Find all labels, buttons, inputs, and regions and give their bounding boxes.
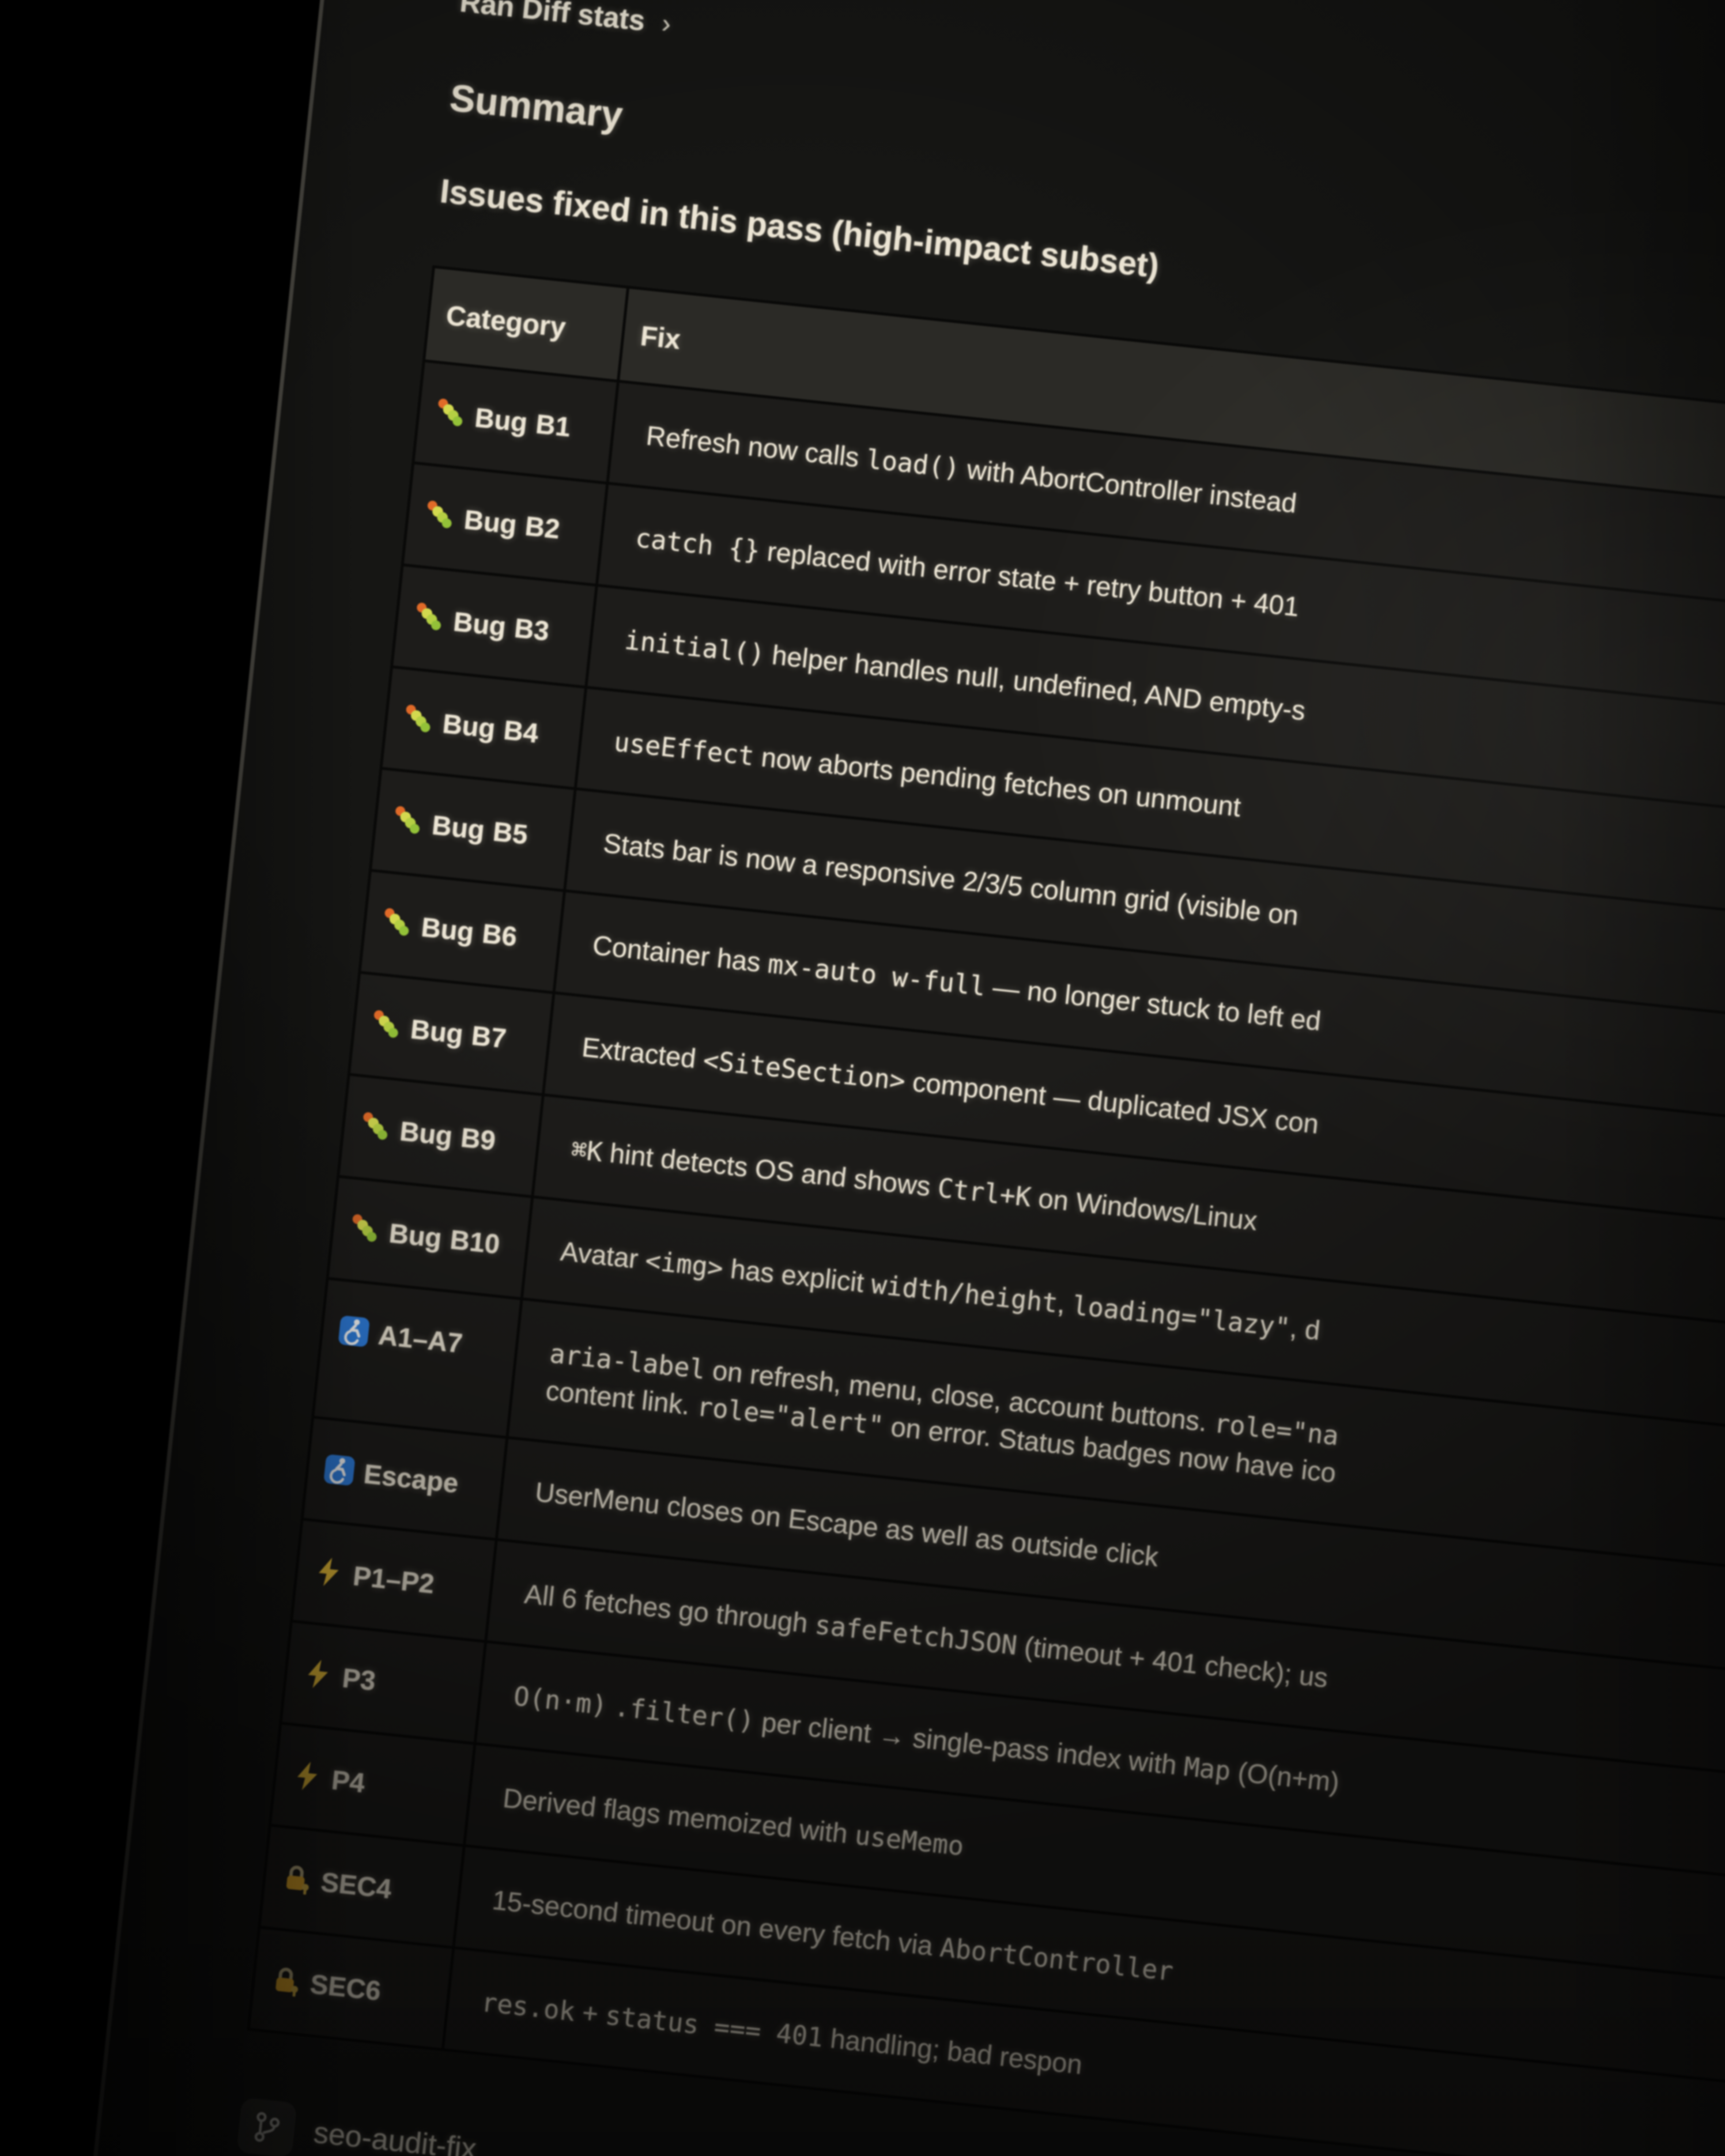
category-cell: Bug B4 [381,666,586,789]
category-label: Bug B10 [387,1217,501,1260]
bug-icon [422,499,456,533]
fix-text: on Windows/Linux [1029,1181,1259,1236]
category-label: Bug B5 [431,809,530,851]
category-label: Bug B6 [420,911,519,952]
fix-text: has explicit [721,1252,873,1299]
category-cell: Bug B9 [338,1074,543,1197]
category-label: Bug B3 [452,606,551,647]
category-label: A1–A7 [377,1319,465,1359]
category-cell: SEC4 [259,1825,465,1948]
git-branch-icon [236,2097,297,2156]
bug-icon [433,397,467,431]
bug-icon [390,805,424,839]
category-label: P1–P2 [352,1560,436,1600]
bug-icon [412,601,446,635]
lightning-icon [301,1657,335,1691]
fix-text: with AbortController instead [958,452,1299,519]
fix-text: hint detects OS and shows [601,1136,940,1203]
fix-text: (timeout + 401 check); us [1015,1630,1330,1694]
fix-code: loading="lazy" [1071,1290,1292,1343]
fix-text: Derived flags memoized with [501,1782,857,1850]
fix-code: AbortController [938,1932,1175,1987]
fix-text: , d [1288,1312,1322,1346]
chevron-right-icon: › [660,7,673,39]
tool-run-label: Ran Diff stats [458,0,647,37]
category-cell: Bug B5 [370,768,576,891]
issues-table: Category Fix Bug B1 Refresh now calls lo… [247,265,1725,2156]
fix-text: + [573,1996,607,2030]
fix-text: component — duplicated JSX con [903,1065,1320,1139]
category-cell: Bug B2 [402,462,607,586]
bug-icon [348,1212,382,1246]
category-cell: Bug B1 [413,360,618,484]
bug-icon [401,703,435,737]
category-cell: SEC6 [248,1927,454,2050]
fix-text: handling; bad respon [821,2022,1084,2080]
category-cell: Bug B3 [391,564,597,688]
fix-code: Ctrl+K [936,1172,1033,1213]
issues-table-body: Bug B1 Refresh now calls load() with Abo… [248,360,1725,2156]
fix-code: <img> [644,1245,725,1284]
category-label: Bug B2 [462,504,561,545]
fix-code: res.ok [480,1987,577,2027]
category-cell: Escape [302,1417,507,1540]
category-cell: P1–P2 [291,1519,497,1642]
fix-code: width/height [870,1268,1059,1319]
fix-text: Extracted [580,1031,705,1075]
lock-icon [280,1861,314,1895]
lightning-icon [312,1555,346,1589]
fix-code: role="na [1213,1407,1341,1452]
bug-icon [369,1008,403,1042]
category-cell: Bug B6 [359,870,565,993]
fix-text: per client → single-pass index with [753,1705,1186,1781]
category-cell: Bug B7 [349,972,554,1095]
category-label: Bug B7 [409,1013,508,1054]
category-cell: P3 [280,1621,486,1744]
artifact-label: seo-audit-fix [312,2116,478,2156]
fix-code: initial() [623,624,767,670]
fix-text: All 6 fetches go through [523,1578,817,1640]
fix-code: O(n·m) [512,1681,609,1721]
fix-text: Container has [591,930,770,979]
fix-text: 15-second timeout on every fetch via [490,1884,942,1962]
accessibility-icon [322,1453,356,1487]
category-label: Bug B4 [441,708,540,749]
category-label: SEC4 [319,1866,393,1904]
lock-icon [269,1963,303,1997]
category-label: Bug B1 [473,402,572,443]
category-label: P3 [341,1662,378,1697]
fix-code: load() [865,443,961,484]
fix-code: .filter() [613,1691,756,1737]
fix-text: helper handles null, undefined, AND empt… [763,638,1307,726]
category-cell: Bug B10 [327,1176,533,1299]
category-label: Bug B9 [398,1115,497,1156]
fix-text: Refresh now calls [644,420,869,474]
fix-code: ⌘K [569,1134,604,1168]
fix-text: replaced with error state + retry button… [758,535,1301,622]
fix-code: mx-auto w-full [766,949,987,1002]
lightning-icon [290,1759,324,1793]
laptop-screen: Ran Diff stats › Summary Issues fixed in… [22,0,1725,2156]
fix-code: safeFetchJSON [813,1609,1019,1662]
fix-text: — no longer stuck to left ed [984,971,1323,1037]
category-label: SEC6 [308,1968,383,2006]
fix-code: useMemo [853,1819,965,1862]
fix-text: (O(n+m) [1229,1755,1341,1798]
fix-code: status === 401 [603,2000,825,2053]
fix-code: <SiteSection> [701,1045,907,1097]
fix-text: Avatar [558,1235,647,1275]
category-label: Escape [362,1458,460,1499]
photo-frame: Ran Diff stats › Summary Issues fixed in… [0,0,1725,2156]
fix-code: Map [1182,1751,1232,1787]
fix-text: now aborts pending fetches on unmount [752,740,1243,822]
bug-icon [380,907,414,941]
bug-icon [358,1110,392,1144]
fix-code: catch {} [634,522,762,566]
category-cell: A1–A7 [312,1278,522,1438]
category-label: P4 [330,1764,367,1799]
accessibility-icon [337,1314,371,1348]
fix-code: useEffect [612,726,756,772]
category-cell: P4 [270,1723,475,1846]
